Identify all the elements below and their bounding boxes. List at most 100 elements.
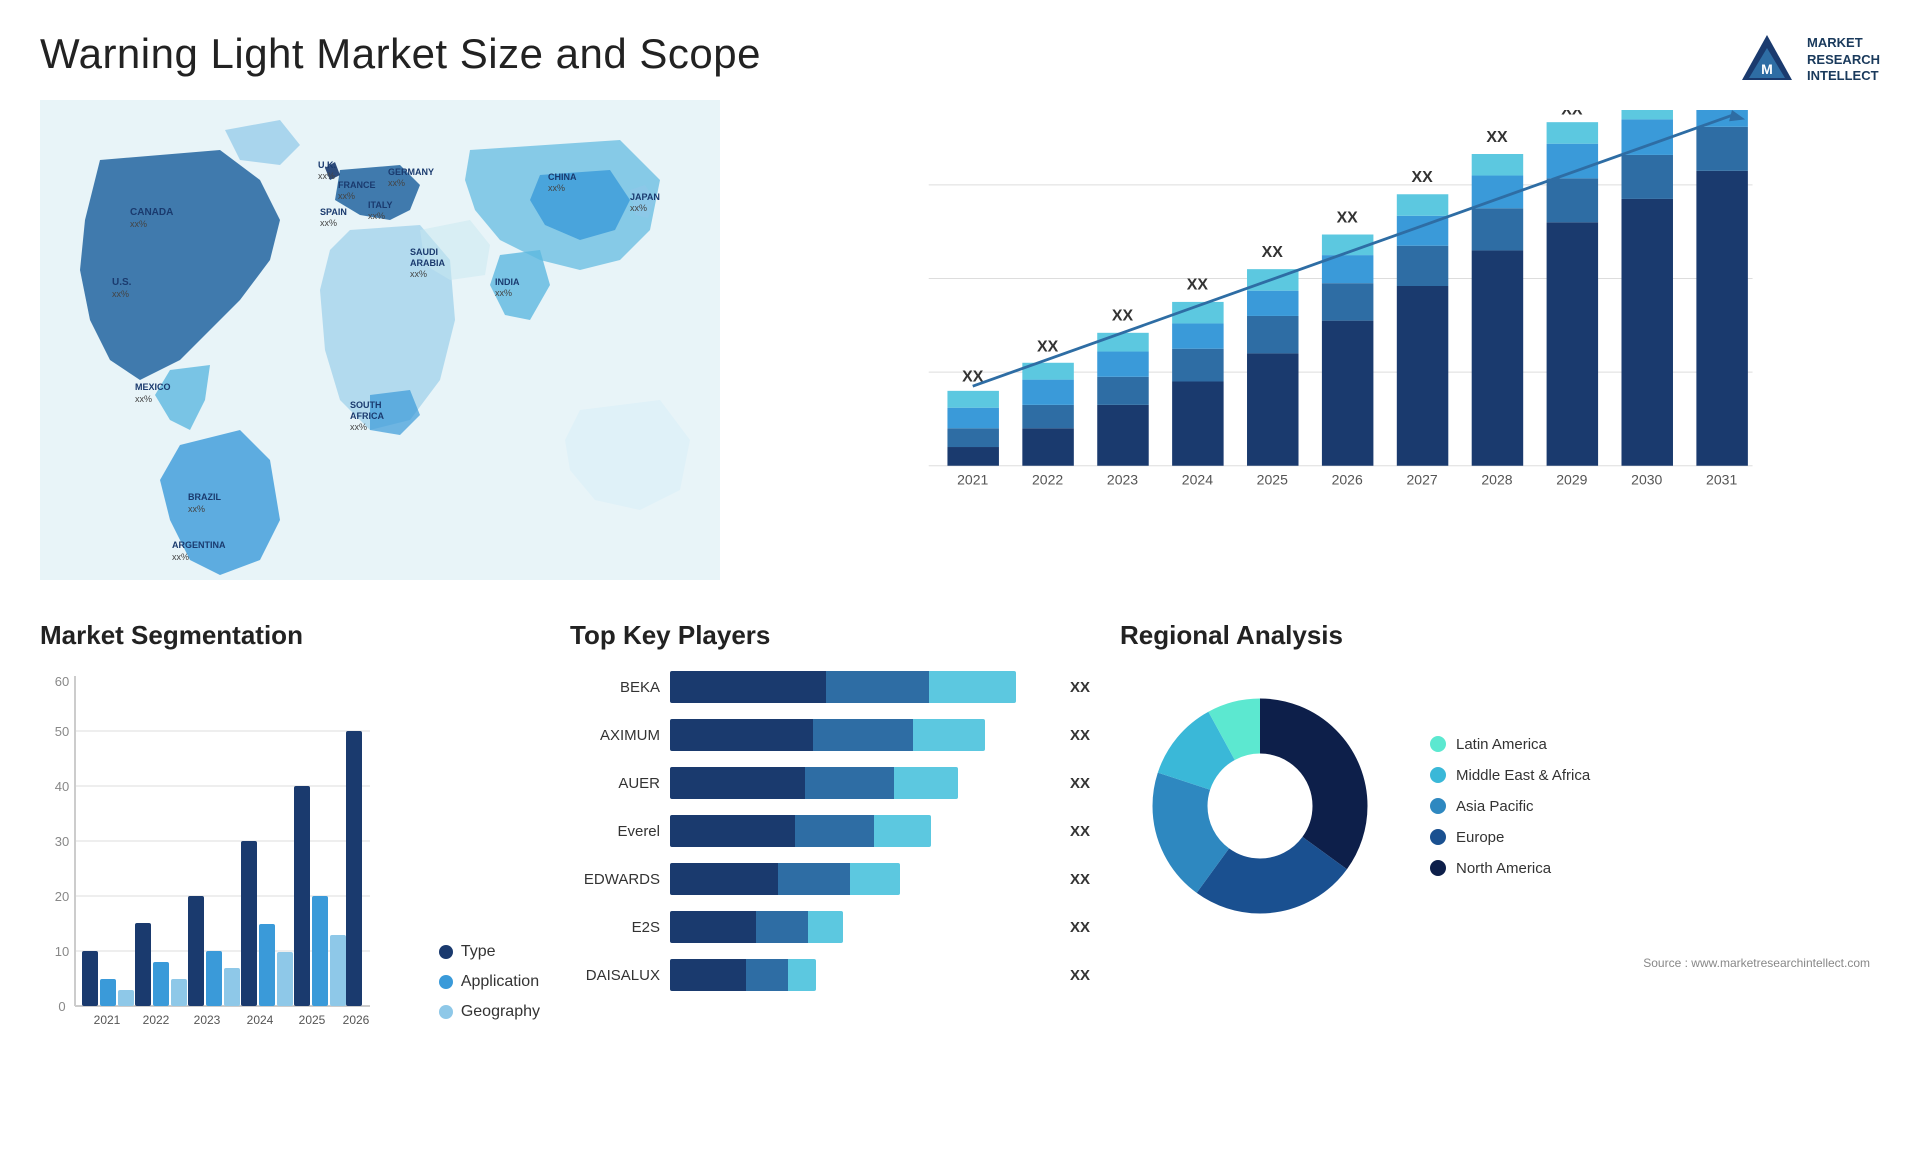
svg-text:xx%: xx% [548, 183, 565, 193]
bottom-section: Market Segmentation 0 10 20 30 40 50 60 [0, 600, 1920, 1160]
svg-text:xx%: xx% [410, 269, 427, 279]
regional-legend: Latin America Middle East & Africa Asia … [1430, 736, 1590, 877]
svg-text:60: 60 [55, 674, 69, 689]
player-everel: Everel XX [570, 815, 1090, 847]
svg-text:ARGENTINA: ARGENTINA [172, 540, 226, 550]
svg-text:2022: 2022 [143, 1013, 170, 1027]
world-map-svg: CANADA xx% U.S. xx% MEXICO xx% BRAZIL xx… [40, 100, 720, 580]
bar-2022: XX 2022 [1022, 339, 1073, 488]
legend-type: Type [439, 943, 540, 961]
svg-text:ARABIA: ARABIA [410, 258, 445, 268]
player-bar-daisalux [670, 959, 1054, 991]
svg-text:XX: XX [1112, 308, 1134, 325]
svg-text:2024: 2024 [1182, 471, 1213, 487]
latin-america-dot [1430, 736, 1446, 752]
svg-text:2025: 2025 [1257, 471, 1288, 487]
svg-text:xx%: xx% [112, 289, 129, 299]
type-dot [439, 945, 453, 959]
svg-text:2028: 2028 [1481, 471, 1512, 487]
player-name-e2s: E2S [570, 919, 660, 936]
svg-text:U.K.: U.K. [318, 160, 336, 170]
svg-text:2029: 2029 [1556, 471, 1587, 487]
svg-text:2021: 2021 [94, 1013, 121, 1027]
svg-text:2023: 2023 [194, 1013, 221, 1027]
player-name-edwards: EDWARDS [570, 871, 660, 888]
logo: M MARKET RESEARCH INTELLECT [1737, 30, 1880, 90]
player-xx-e2s: XX [1070, 919, 1090, 936]
svg-text:SOUTH: SOUTH [350, 400, 382, 410]
svg-text:JAPAN: JAPAN [630, 192, 660, 202]
svg-text:XX: XX [1561, 110, 1583, 119]
svg-text:2031: 2031 [1706, 471, 1737, 487]
player-e2s: E2S XX [570, 911, 1090, 943]
player-aximum: AXIMUM XX [570, 719, 1090, 751]
legend-latin-america: Latin America [1430, 736, 1590, 753]
legend-asia-pacific: Asia Pacific [1430, 798, 1590, 815]
legend-application: Application [439, 973, 540, 991]
bar-2024: XX 2024 [1172, 277, 1223, 488]
svg-text:xx%: xx% [388, 178, 405, 188]
svg-text:xx%: xx% [495, 288, 512, 298]
logo-icon: M [1737, 30, 1797, 90]
legend-north-america: North America [1430, 860, 1590, 877]
svg-text:FRANCE: FRANCE [338, 180, 376, 190]
bar-2023: XX 2023 [1097, 308, 1148, 488]
svg-text:xx%: xx% [130, 219, 147, 229]
player-beka: BEKA XX [570, 671, 1090, 703]
page-header: Warning Light Market Size and Scope M MA… [0, 0, 1920, 100]
svg-text:M: M [1761, 61, 1773, 77]
asia-pacific-dot [1430, 798, 1446, 814]
svg-text:xx%: xx% [320, 218, 337, 228]
player-name-aximum: AXIMUM [570, 727, 660, 744]
svg-text:SPAIN: SPAIN [320, 207, 347, 217]
svg-text:2021: 2021 [957, 471, 988, 487]
players-area: Top Key Players BEKA XX AXIMUM [570, 620, 1090, 1150]
svg-text:xx%: xx% [630, 203, 647, 213]
svg-text:2024: 2024 [247, 1013, 274, 1027]
players-list: BEKA XX AXIMUM [570, 671, 1090, 991]
segmentation-area: Market Segmentation 0 10 20 30 40 50 60 [40, 620, 540, 1150]
player-name-auer: AUER [570, 775, 660, 792]
player-xx-auer: XX [1070, 775, 1090, 792]
player-name-daisalux: DAISALUX [570, 967, 660, 984]
svg-text:40: 40 [55, 779, 69, 794]
svg-text:U.S.: U.S. [112, 277, 132, 288]
player-xx-everel: XX [1070, 823, 1090, 840]
svg-text:xx%: xx% [368, 211, 385, 221]
svg-text:xx%: xx% [338, 191, 355, 201]
svg-text:2023: 2023 [1107, 471, 1138, 487]
svg-text:2025: 2025 [299, 1013, 326, 1027]
legend-middle-east-africa: Middle East & Africa [1430, 767, 1590, 784]
legend-europe: Europe [1430, 829, 1590, 846]
svg-text:XX: XX [1262, 244, 1284, 261]
player-daisalux: DAISALUX XX [570, 959, 1090, 991]
svg-text:2026: 2026 [1332, 471, 1363, 487]
svg-text:xx%: xx% [172, 552, 189, 562]
svg-text:xx%: xx% [135, 394, 152, 404]
north-america-dot [1430, 860, 1446, 876]
player-xx-beka: XX [1070, 679, 1090, 696]
svg-text:INDIA: INDIA [495, 277, 520, 287]
bar-2028: XX 2028 [1472, 129, 1523, 488]
bar-2027: XX 2027 [1397, 169, 1448, 487]
svg-text:XX: XX [1187, 277, 1209, 294]
regional-title: Regional Analysis [1120, 620, 1880, 651]
player-xx-aximum: XX [1070, 727, 1090, 744]
svg-text:SAUDI: SAUDI [410, 247, 438, 257]
svg-text:xx%: xx% [350, 422, 367, 432]
legend-geography: Geography [439, 1003, 540, 1021]
player-auer: AUER XX [570, 767, 1090, 799]
player-bar-aximum [670, 719, 1054, 751]
bar-2031: XX 2031 [1696, 110, 1747, 487]
svg-text:GERMANY: GERMANY [388, 167, 434, 177]
bar-2030: XX 2030 [1621, 110, 1672, 487]
svg-text:0: 0 [58, 999, 65, 1014]
regional-chart-wrap: Latin America Middle East & Africa Asia … [1120, 666, 1880, 946]
application-dot [439, 975, 453, 989]
svg-text:2022: 2022 [1032, 471, 1063, 487]
bar-chart-area: XX 2021 XX 2022 XX 2023 [760, 100, 1880, 600]
player-bar-e2s [670, 911, 1054, 943]
player-bar-beka [670, 671, 1054, 703]
svg-text:CANADA: CANADA [130, 207, 173, 218]
page-title: Warning Light Market Size and Scope [40, 30, 761, 78]
